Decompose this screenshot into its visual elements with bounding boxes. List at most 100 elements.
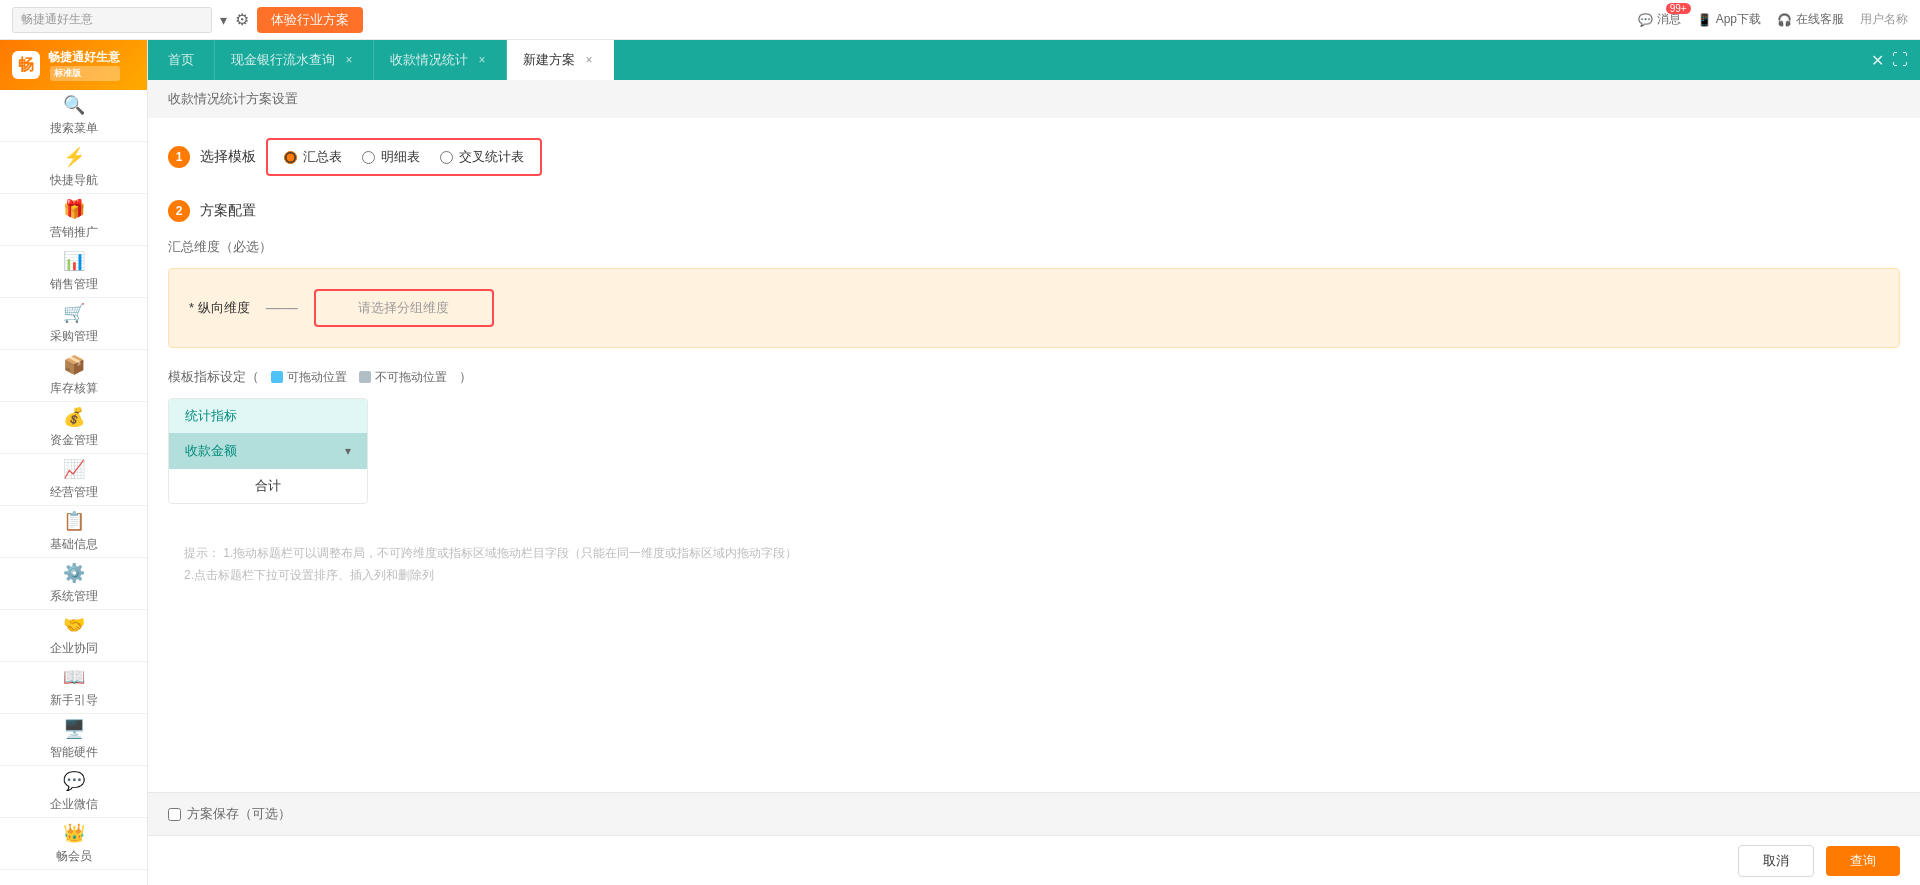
sidebar-item-guide[interactable]: 📖 新手引导 <box>0 662 147 714</box>
tab-new-plan[interactable]: 新建方案 × <box>507 40 614 80</box>
sidebar-label-member: 畅会员 <box>56 848 92 865</box>
notification-badge: 99+ <box>1666 3 1691 14</box>
notification-btn[interactable]: 💬 消息 99+ <box>1638 11 1681 28</box>
step1-header: 1 选择模板 汇总表 明细表 <box>168 138 1900 176</box>
download-icon: 📱 <box>1697 13 1712 27</box>
sidebar-label-inventory: 库存核算 <box>50 380 98 397</box>
tab-collection-label: 收款情况统计 <box>390 51 468 69</box>
tab-collection[interactable]: 收款情况统计 × <box>374 40 507 80</box>
tab-bank-label: 现金银行流水查询 <box>231 51 335 69</box>
settings-btn[interactable]: ⚙ <box>235 10 249 29</box>
sidebar-item-system[interactable]: ⚙️ 系统管理 <box>0 558 147 610</box>
header-left: 畅捷通好生意 ▾ ⚙ 体验行业方案 <box>12 7 1638 33</box>
indicator-settings-suffix: ） <box>459 368 472 386</box>
dimension-placeholder: 请选择分组维度 <box>358 300 449 315</box>
sidebar-item-search[interactable]: 🔍 搜索菜单 <box>0 90 147 142</box>
query-button[interactable]: 查询 <box>1826 846 1900 876</box>
content-area: 首页 现金银行流水查询 × 收款情况统计 × 新建方案 × ✕ ⛶ 收款情况统计… <box>148 40 1920 885</box>
sidebar-item-sales[interactable]: 📊 销售管理 <box>0 246 147 298</box>
radio-detail[interactable]: 明细表 <box>362 148 420 166</box>
sidebar-item-marketing[interactable]: 🎁 营销推广 <box>0 194 147 246</box>
save-option[interactable]: 方案保存（可选） <box>168 805 1900 823</box>
inventory-icon: 📦 <box>63 354 85 376</box>
service-label: 在线客服 <box>1796 11 1844 28</box>
dimension-config: 汇总维度（必选） * 纵向维度 —— 请选择分组维度 <box>168 238 1900 348</box>
tab-close-all-btn[interactable]: ✕ <box>1871 51 1884 70</box>
step1-title: 选择模板 <box>200 148 256 166</box>
tips-section: 提示： 1.拖动标题栏可以调整布局，不可跨维度或指标区域拖动栏目字段（只能在同一… <box>168 531 1900 598</box>
amount-header[interactable]: 收款金额 ▾ <box>169 434 367 469</box>
radio-cross[interactable]: 交叉统计表 <box>440 148 524 166</box>
sidebar-label-system: 系统管理 <box>50 588 98 605</box>
tab-bank-close[interactable]: × <box>341 52 357 68</box>
cancel-button[interactable]: 取消 <box>1738 845 1814 877</box>
purchase-icon: 🛒 <box>63 302 85 324</box>
indicator-table: 统计指标 收款金额 ▾ 合计 <box>168 398 368 504</box>
movable-badge: 可拖动位置 <box>271 369 347 386</box>
sidebar-item-member[interactable]: 👑 畅会员 <box>0 818 147 870</box>
movable-dot <box>271 371 283 383</box>
fixed-label: 不可拖动位置 <box>375 369 447 386</box>
radio-summary[interactable]: 汇总表 <box>284 148 342 166</box>
radio-summary-input[interactable] <box>284 151 297 164</box>
tab-expand-btn[interactable]: ⛶ <box>1892 51 1908 69</box>
tip-line2: 2.点击标题栏下拉可设置排序、插入列和删除列 <box>184 565 1884 587</box>
action-bar: 取消 查询 <box>148 835 1920 885</box>
form-card: 1 选择模板 汇总表 明细表 <box>148 118 1920 792</box>
tab-bank[interactable]: 现金银行流水查询 × <box>215 40 374 80</box>
trial-btn[interactable]: 体验行业方案 <box>257 7 363 33</box>
step2-title: 方案配置 <box>200 202 256 220</box>
sidebar-item-inventory[interactable]: 📦 库存核算 <box>0 350 147 402</box>
page-content: 收款情况统计方案设置 1 选择模板 汇总表 <box>148 80 1920 835</box>
sidebar-label-search: 搜索菜单 <box>50 120 98 137</box>
sidebar-item-business[interactable]: 📈 经营管理 <box>0 454 147 506</box>
user-name: 用户名称 <box>1860 11 1908 28</box>
template-select-box: 汇总表 明细表 交叉统计表 <box>266 138 542 176</box>
arrow-line: —— <box>266 299 298 317</box>
tab-collection-close[interactable]: × <box>474 52 490 68</box>
sidebar-item-hardware[interactable]: 🖥️ 智能硬件 <box>0 714 147 766</box>
download-btn[interactable]: 📱 App下载 <box>1697 11 1761 28</box>
member-icon: 👑 <box>63 822 85 844</box>
sidebar-item-purchase[interactable]: 🛒 采购管理 <box>0 298 147 350</box>
sidebar-item-basic[interactable]: 📋 基础信息 <box>0 506 147 558</box>
step2-number: 2 <box>168 200 190 222</box>
sidebar-label-purchase: 采购管理 <box>50 328 98 345</box>
sidebar-label-wechat: 企业微信 <box>50 796 98 813</box>
dimension-select-box[interactable]: 请选择分组维度 <box>314 289 494 327</box>
sidebar-item-finance[interactable]: 💰 资金管理 <box>0 402 147 454</box>
sidebar-label-basic: 基础信息 <box>50 536 98 553</box>
service-icon: 🎧 <box>1777 13 1792 27</box>
tab-new-plan-close[interactable]: × <box>581 52 597 68</box>
sidebar-label-quick-nav: 快捷导航 <box>50 172 98 189</box>
tab-home[interactable]: 首页 <box>148 40 215 80</box>
business-icon: 📈 <box>63 458 85 480</box>
top-header: 畅捷通好生意 ▾ ⚙ 体验行业方案 💬 消息 99+ 📱 App下载 🎧 在线客… <box>0 0 1920 40</box>
tab-bar: 首页 现金银行流水查询 × 收款情况统计 × 新建方案 × ✕ ⛶ <box>148 40 1920 80</box>
amount-dropdown-icon[interactable]: ▾ <box>345 444 351 458</box>
fixed-badge: 不可拖动位置 <box>359 369 447 386</box>
radio-cross-label: 交叉统计表 <box>459 148 524 166</box>
main-layout: 畅 畅捷通好生意 标准版 🔍 搜索菜单 ⚡ 快捷导航 🎁 营销推广 📊 销售管理… <box>0 40 1920 885</box>
save-checkbox[interactable] <box>168 808 181 821</box>
step1-section: 1 选择模板 汇总表 明细表 <box>168 138 1900 176</box>
basic-icon: 📋 <box>63 510 85 532</box>
radio-detail-input[interactable] <box>362 151 375 164</box>
guide-icon: 📖 <box>63 666 85 688</box>
save-label: 方案保存（可选） <box>187 805 291 823</box>
sidebar-item-wechat[interactable]: 💬 企业微信 <box>0 766 147 818</box>
page-footer: 方案保存（可选） <box>148 792 1920 835</box>
sidebar-label-hardware: 智能硬件 <box>50 744 98 761</box>
chat-icon: 💬 <box>1638 13 1653 27</box>
marketing-icon: 🎁 <box>63 198 85 220</box>
template-radio-group: 汇总表 明细表 交叉统计表 <box>284 148 524 166</box>
step2-header: 2 方案配置 <box>168 200 1900 222</box>
address-dropdown-btn[interactable]: ▾ <box>220 12 227 28</box>
radio-cross-input[interactable] <box>440 151 453 164</box>
indicator-settings: 模板指标设定（ 可拖动位置 不可拖动位置 ） <box>168 368 1900 507</box>
address-text: 畅捷通好生意 <box>21 11 93 28</box>
service-btn[interactable]: 🎧 在线客服 <box>1777 11 1844 28</box>
dimension-section-label: 汇总维度（必选） <box>168 238 1900 256</box>
sidebar-item-quick-nav[interactable]: ⚡ 快捷导航 <box>0 142 147 194</box>
sidebar-item-corp[interactable]: 🤝 企业协同 <box>0 610 147 662</box>
